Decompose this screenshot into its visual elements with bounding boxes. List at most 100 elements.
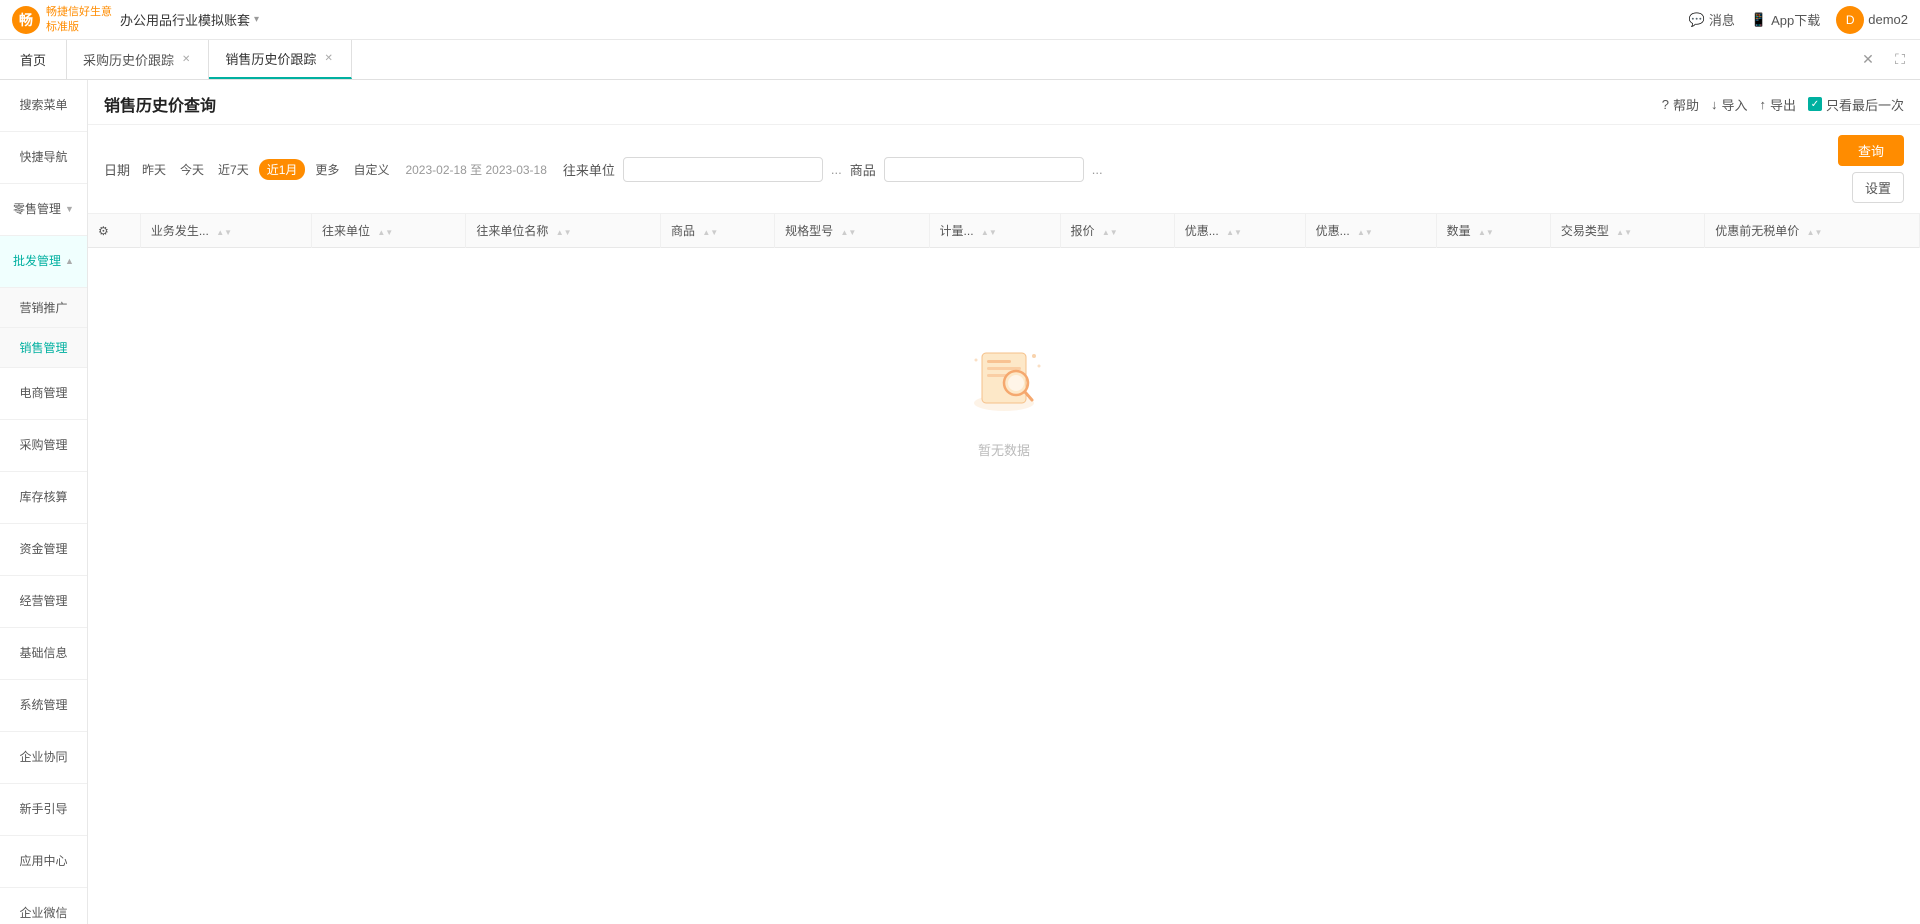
sidebar-item-finance[interactable]: 资金管理 <box>0 524 87 576</box>
col-settings[interactable]: ⚙ <box>88 214 140 248</box>
only-last-checkbox[interactable]: ✓ 只看最后一次 <box>1808 95 1904 114</box>
header-left: 畅 畅捷信好生意 标准版 办公用品行业模拟账套 ▾ <box>12 5 259 34</box>
sidebar-item-quick-nav[interactable]: 快捷导航 <box>0 132 87 184</box>
col-goods[interactable]: 商品 ▲▼ <box>660 214 774 248</box>
col-pretax-price[interactable]: 优惠前无税单价 ▲▼ <box>1705 214 1920 248</box>
sidebar-item-ops[interactable]: 经营管理 <box>0 576 87 628</box>
table-container: ⚙ 业务发生... ▲▼ 往来单位 ▲▼ 往来单位名称 <box>88 214 1920 924</box>
tab-home[interactable]: 首页 <box>0 40 67 79</box>
sort-arrows-unit: ▲▼ <box>981 229 997 237</box>
sidebar-item-inventory[interactable]: 库存核算 <box>0 472 87 524</box>
sidebar-item-enterprise-collab[interactable]: 企业协同 <box>0 732 87 784</box>
data-table: ⚙ 业务发生... ▲▼ 往来单位 ▲▼ 往来单位名称 <box>88 214 1920 248</box>
col-quantity[interactable]: 数量 ▲▼ <box>1436 214 1550 248</box>
sort-arrows-partner-code: ▲▼ <box>377 229 393 237</box>
date-options: 昨天 今天 近7天 近1月 更多 自定义 <box>138 159 393 180</box>
sidebar-item-ecommerce[interactable]: 电商管理 <box>0 368 87 420</box>
tab-bar: 首页 采购历史价跟踪 ✕ 销售历史价跟踪 ✕ ✕ ⛶ <box>0 40 1920 80</box>
message-btn[interactable]: 💬 消息 <box>1689 10 1735 29</box>
sidebar-purchase-label: 采购管理 <box>19 437 67 454</box>
col-discount2[interactable]: 优惠... ▲▼ <box>1305 214 1436 248</box>
sidebar-basic-info-label: 基础信息 <box>19 645 67 662</box>
sidebar-item-basic-info[interactable]: 基础信息 <box>0 628 87 680</box>
sidebar-item-enterprise-wechat[interactable]: 企业微信 <box>0 888 87 924</box>
logo-icon: 畅 <box>12 6 40 34</box>
sidebar-app-center-label: 应用中心 <box>19 853 67 870</box>
goods-dots-btn[interactable]: ... <box>1092 162 1103 177</box>
tab-bar-actions: ✕ ⛶ <box>1856 40 1920 79</box>
date-opt-custom[interactable]: 自定义 <box>349 159 393 180</box>
help-btn[interactable]: ? 帮助 <box>1662 95 1699 114</box>
date-opt-last1month[interactable]: 近1月 <box>259 159 306 180</box>
sidebar-quick-nav-label: 快捷导航 <box>19 149 67 166</box>
sidebar-item-sales-mgmt[interactable]: 销售管理 <box>0 328 87 368</box>
filter-input-area: 往来单位 ... 商品 ... <box>563 157 1822 182</box>
import-btn[interactable]: ↓ 导入 <box>1711 95 1748 114</box>
avatar: D <box>1836 6 1864 34</box>
checkbox-checked-icon: ✓ <box>1808 97 1822 111</box>
col-partner-name[interactable]: 往来单位名称 ▲▼ <box>466 214 661 248</box>
col-partner-code[interactable]: 往来单位 ▲▼ <box>311 214 465 248</box>
date-opt-last7days[interactable]: 近7天 <box>214 159 253 180</box>
settings-button[interactable]: 设置 <box>1852 172 1904 203</box>
wholesale-sub-group: 营销推广 销售管理 <box>0 288 87 368</box>
sidebar-item-system[interactable]: 系统管理 <box>0 680 87 732</box>
chevron-down-icon: ▾ <box>254 14 259 25</box>
partner-input[interactable] <box>623 157 823 182</box>
sidebar-item-new-guide[interactable]: 新手引导 <box>0 784 87 836</box>
col-spec[interactable]: 规格型号 ▲▼ <box>775 214 929 248</box>
sidebar-item-search-menu[interactable]: 搜索菜单 <box>0 80 87 132</box>
filter-bar: 日期 昨天 今天 近7天 近1月 更多 自定义 2023-02-18 至 202… <box>88 125 1920 214</box>
sidebar-sales-mgmt-label: 销售管理 <box>19 339 67 356</box>
sidebar-item-retail-mgmt[interactable]: 零售管理 ▼ <box>0 184 87 236</box>
sidebar-search-menu-label: 搜索菜单 <box>19 97 67 114</box>
sidebar-enterprise-collab-label: 企业协同 <box>19 749 67 766</box>
help-icon: ? <box>1662 97 1669 112</box>
col-trade-type[interactable]: 交易类型 ▲▼ <box>1550 214 1704 248</box>
sidebar-system-label: 系统管理 <box>19 697 67 714</box>
date-opt-today[interactable]: 今天 <box>176 159 208 180</box>
sidebar-item-purchase[interactable]: 采购管理 <box>0 420 87 472</box>
partner-filter-field: 往来单位 ... <box>563 157 842 182</box>
main-layout: 搜索菜单 快捷导航 零售管理 ▼ 批发管理 ▲ 营销推广 销售管理 电商管理 采… <box>0 80 1920 924</box>
close-all-tabs-btn[interactable]: ✕ <box>1856 48 1880 72</box>
close-purchase-tab-icon[interactable]: ✕ <box>180 52 192 67</box>
date-opt-more[interactable]: 更多 <box>311 159 343 180</box>
col-discount1[interactable]: 优惠... ▲▼ <box>1174 214 1305 248</box>
sort-arrows-quote-price: ▲▼ <box>1102 229 1118 237</box>
chevron-up-icon: ▲ <box>65 255 74 268</box>
page-header-actions: ? 帮助 ↓ 导入 ↑ 导出 ✓ 只看最后一次 <box>1662 95 1904 114</box>
sales-history-tab-label: 销售历史价跟踪 <box>225 49 316 68</box>
sidebar-item-app-center[interactable]: 应用中心 <box>0 836 87 888</box>
user-profile[interactable]: D demo2 <box>1836 6 1908 34</box>
query-button[interactable]: 查询 <box>1838 135 1904 166</box>
export-btn[interactable]: ↑ 导出 <box>1759 95 1796 114</box>
goods-input[interactable] <box>884 157 1084 182</box>
sidebar-finance-label: 资金管理 <box>19 541 67 558</box>
col-biz-date[interactable]: 业务发生... ▲▼ <box>140 214 311 248</box>
col-quote-price[interactable]: 报价 ▲▼ <box>1060 214 1174 248</box>
sidebar-ops-label: 经营管理 <box>19 593 67 610</box>
date-filter-group: 日期 昨天 今天 近7天 近1月 更多 自定义 2023-02-18 至 202… <box>104 159 547 180</box>
partner-dots-btn[interactable]: ... <box>831 162 842 177</box>
tab-sales-history[interactable]: 销售历史价跟踪 ✕ <box>209 40 351 79</box>
sort-arrows-trade-type: ▲▼ <box>1616 229 1632 237</box>
import-icon: ↓ <box>1711 97 1718 112</box>
sort-arrows-discount2: ▲▼ <box>1357 229 1373 237</box>
close-sales-tab-icon[interactable]: ✕ <box>322 51 334 66</box>
sidebar-enterprise-wechat-label: 企业微信 <box>19 905 67 922</box>
logo-text: 畅捷信好生意 标准版 <box>46 5 112 34</box>
col-unit[interactable]: 计量... ▲▼ <box>929 214 1060 248</box>
industry-selector[interactable]: 办公用品行业模拟账套 ▾ <box>120 10 259 29</box>
sidebar-item-wholesale-mgmt[interactable]: 批发管理 ▲ <box>0 236 87 288</box>
empty-state: 暂无数据 <box>88 248 1920 539</box>
date-opt-yesterday[interactable]: 昨天 <box>138 159 170 180</box>
sidebar-item-marketing[interactable]: 营销推广 <box>0 288 87 328</box>
maximize-btn[interactable]: ⛶ <box>1888 48 1912 72</box>
sidebar-retail-mgmt-label: 零售管理 <box>13 201 61 218</box>
sort-arrows-goods: ▲▼ <box>702 229 718 237</box>
app-download-btn[interactable]: 📱 App下载 <box>1751 10 1820 29</box>
sort-arrows-pretax-price: ▲▼ <box>1807 229 1823 237</box>
tab-purchase-history[interactable]: 采购历史价跟踪 ✕ <box>67 40 209 79</box>
partner-label: 往来单位 <box>563 160 615 179</box>
